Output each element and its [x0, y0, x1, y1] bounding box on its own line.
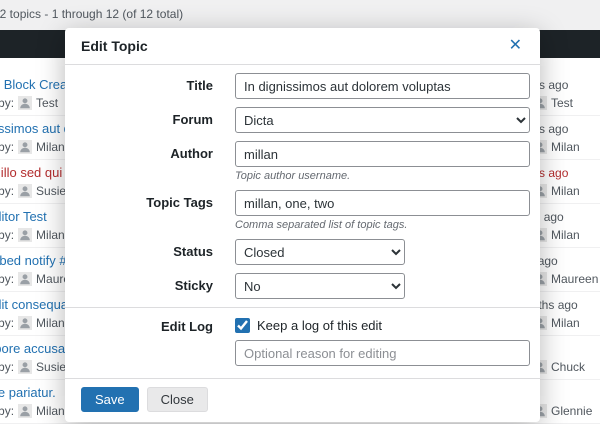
last-poster-name: Chuck: [551, 360, 586, 374]
topic-link[interactable]: Subscribed notify #2: [0, 253, 74, 268]
close-button[interactable]: Close: [146, 387, 208, 412]
started-by-label: Started by:: [0, 96, 15, 110]
topic-tags-label: Topic Tags: [146, 195, 213, 210]
topic-tags-help-text: Comma separated list of topic tags.: [235, 219, 408, 231]
author-link[interactable]: Test: [36, 96, 58, 110]
topic-author-line: Started by: Milan: [0, 316, 65, 330]
edit-reason-input[interactable]: [235, 340, 530, 366]
last-poster-line: Milan: [533, 228, 580, 242]
started-by-label: Started by:: [0, 360, 15, 374]
topic-author-line: Started by: Milan: [0, 140, 65, 154]
author-link[interactable]: Milan: [36, 228, 65, 242]
topic-author-line: Started by: Milan: [0, 228, 65, 242]
edit-log-label: Edit Log: [161, 319, 213, 334]
forum-label: Forum: [172, 112, 213, 127]
save-button[interactable]: Save: [81, 387, 139, 412]
last-poster-line: Milan: [533, 316, 580, 330]
topic-link[interactable]: New Editor Test: [0, 209, 47, 224]
avatar-icon: [18, 228, 33, 242]
modal-header: Edit Topic ✕: [65, 28, 540, 65]
author-help-text: Topic author username.: [235, 170, 351, 182]
sticky-select[interactable]: No: [235, 273, 405, 299]
avatar-icon: [18, 360, 33, 374]
topic-link[interactable]: Cumque pariatur.: [0, 385, 56, 400]
modal-body: Title Forum Dicta Author Topic author us…: [65, 65, 540, 366]
keep-log-label: Keep a log of this edit: [257, 318, 383, 333]
avatar-icon: [18, 316, 33, 330]
status-select[interactable]: Closed: [235, 239, 405, 265]
keep-log-option[interactable]: Keep a log of this edit: [235, 318, 530, 333]
last-poster-name: Milan: [551, 228, 580, 242]
last-poster-line: Milan: [533, 140, 580, 154]
started-by-label: Started by:: [0, 184, 15, 198]
forum-select[interactable]: Dicta: [235, 107, 530, 133]
last-poster-line: Milan: [533, 184, 580, 198]
last-poster-name: Milan: [551, 140, 580, 154]
last-poster-name: Test: [551, 96, 574, 110]
avatar-icon: [18, 96, 33, 110]
last-poster-name: Glennie: [551, 404, 593, 418]
avatar-icon: [18, 404, 33, 418]
modal-footer: Save Close: [65, 378, 540, 422]
author-link[interactable]: Milan: [36, 316, 65, 330]
last-poster-name: Milan: [551, 184, 580, 198]
title-input[interactable]: [235, 73, 530, 99]
last-poster-line: Chuck: [533, 360, 585, 374]
started-by-label: Started by:: [0, 316, 15, 330]
started-by-label: Started by:: [0, 404, 15, 418]
topic-tags-input[interactable]: [235, 190, 530, 216]
last-poster-name: Milan: [551, 316, 580, 330]
last-poster-line: Maureen: [533, 272, 598, 286]
author-label: Author: [170, 146, 213, 161]
topic-author-line: Started by: Test: [0, 96, 58, 110]
modal-title: Edit Topic: [81, 38, 148, 54]
edit-topic-modal: Edit Topic ✕ Title Forum Dicta Author To…: [65, 28, 540, 422]
started-by-label: Started by:: [0, 228, 15, 242]
author-input[interactable]: [235, 141, 530, 167]
sticky-label: Sticky: [174, 278, 213, 293]
author-link[interactable]: Milan: [36, 140, 65, 154]
started-by-label: Started by:: [0, 140, 15, 154]
avatar-icon: [18, 140, 33, 154]
topic-author-line: Started by: Milan: [0, 404, 65, 418]
status-label: Status: [173, 244, 213, 259]
edit-log-checkbox[interactable]: [235, 318, 250, 333]
section-divider: [65, 307, 540, 308]
close-icon[interactable]: ✕: [507, 36, 524, 56]
author-link[interactable]: Milan: [36, 404, 65, 418]
last-poster-name: Maureen: [551, 272, 599, 286]
started-by-label: Started by:: [0, 272, 15, 286]
results-summary: 12 topics - 1 through 12 (of 12 total): [0, 7, 184, 21]
title-label: Title: [186, 78, 214, 93]
last-poster-line: Glennie: [533, 404, 592, 418]
avatar-icon: [18, 272, 33, 286]
avatar-icon: [18, 184, 33, 198]
